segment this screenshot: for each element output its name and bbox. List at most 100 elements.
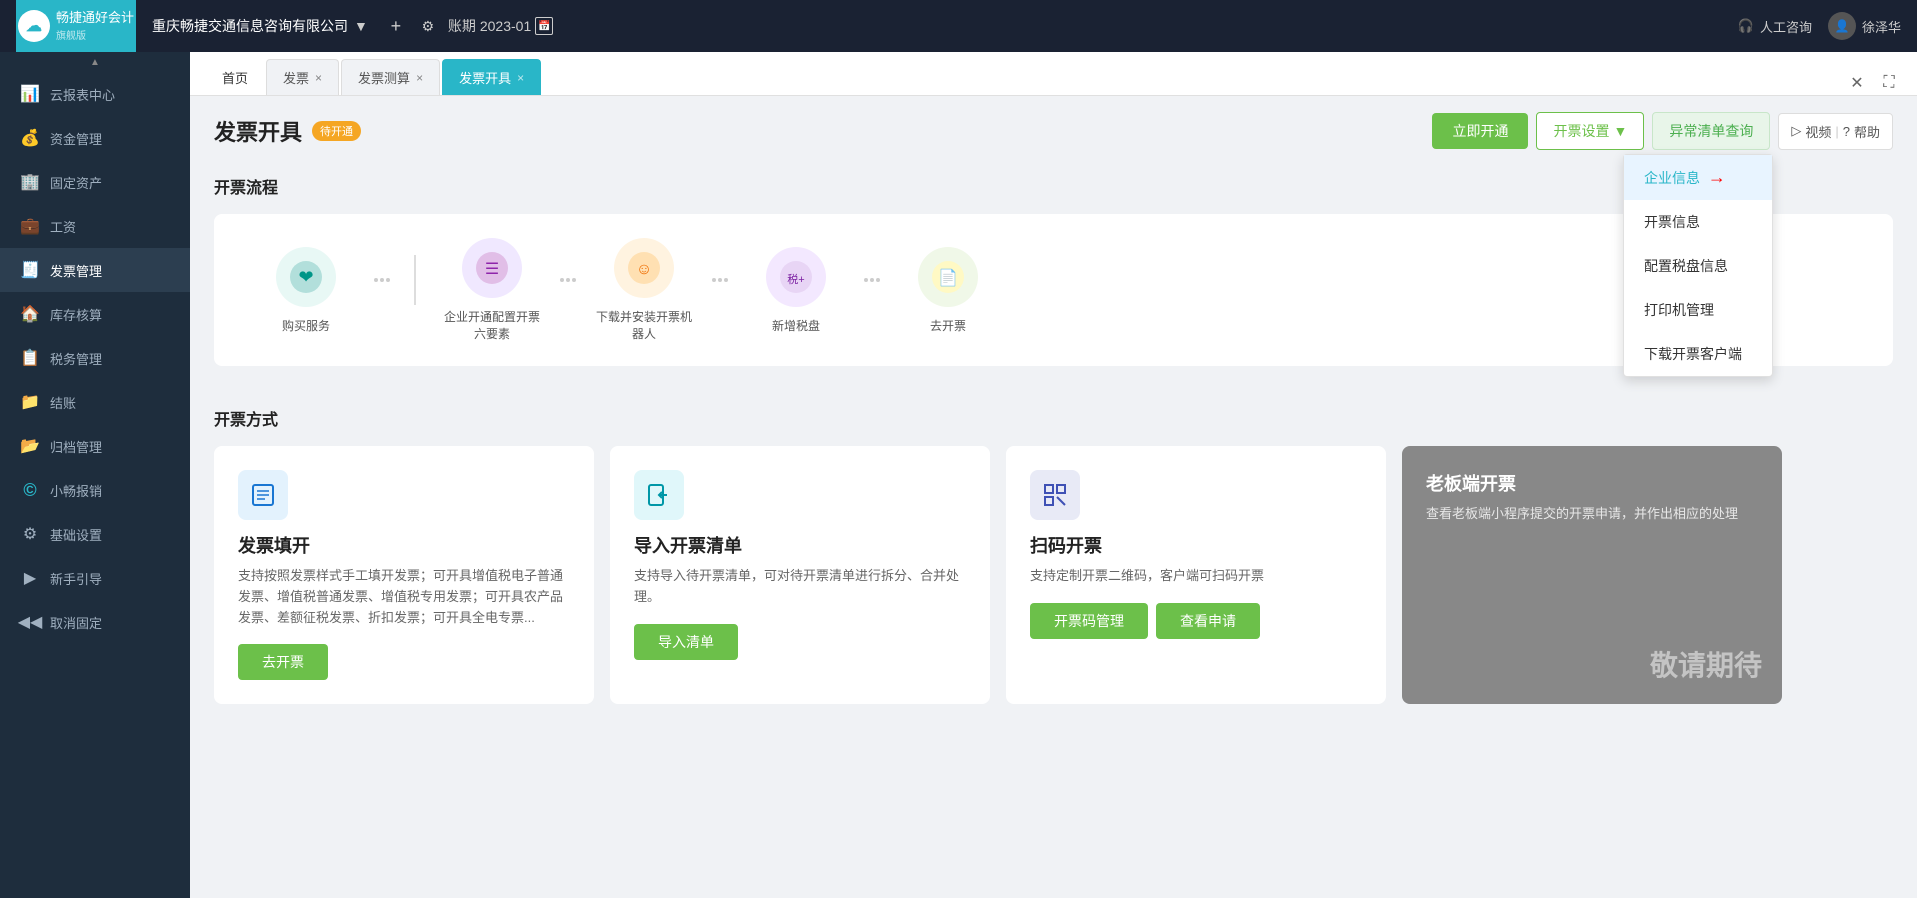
sidebar-item-inventory[interactable]: 🏠 库存核算 — [0, 292, 190, 336]
tax-mgmt-icon: 📋 — [20, 348, 40, 368]
period-box: 账期 2023-01 📅 — [448, 16, 553, 36]
payment-methods-title: 开票方式 — [214, 390, 1893, 430]
invoice-mgmt-icon: 🧾 — [20, 260, 40, 280]
sidebar-item-basic-settings[interactable]: ⚙ 基础设置 — [0, 512, 190, 556]
basic-settings-icon: ⚙ — [20, 524, 40, 544]
logo-text-group: 畅捷通好会计 旗舰版 — [56, 10, 134, 42]
sidebar-item-salary[interactable]: 💼 工资 — [0, 204, 190, 248]
flow-step-issue-icon: 📄 — [918, 247, 978, 307]
dropdown-company-info-label: 企业信息 — [1644, 170, 1700, 186]
help-label[interactable]: 帮助 — [1854, 122, 1880, 141]
settings-dropdown-menu: 企业信息 → 开票信息 配置税盘信息 打印机管理 下 — [1623, 154, 1773, 377]
sidebar-item-new-guide[interactable]: ▶ 新手引导 — [0, 556, 190, 600]
flow-connector-1 — [366, 278, 398, 282]
boss-invoice-card: 老板端开票 查看老板端小程序提交的开票申请，并作出相应的处理 敬请期待 — [1402, 446, 1782, 704]
tab-invoice[interactable]: 发票 × — [266, 59, 339, 95]
sidebar-item-fixed-assets[interactable]: 🏢 固定资产 — [0, 160, 190, 204]
flow-step-download-label: 下载并安装开票机器人 — [594, 308, 694, 342]
sidebar-item-label: 结账 — [50, 393, 76, 412]
add-tab-button[interactable]: + — [384, 14, 408, 38]
tab-invoice-issue-close[interactable]: × — [517, 71, 524, 85]
sidebar-item-cancel-fixed[interactable]: ◀◀ 取消固定 — [0, 600, 190, 644]
sidebar-item-tax-mgmt[interactable]: 📋 税务管理 — [0, 336, 190, 380]
tab-invoice-close[interactable]: × — [315, 71, 322, 85]
dropdown-printer-mgmt-label: 打印机管理 — [1644, 302, 1714, 318]
settings-dropdown-arrow: ▼ — [1613, 123, 1627, 139]
sidebar-item-xiaochang[interactable]: © 小畅报销 — [0, 468, 190, 512]
anomaly-btn-label: 异常清单查询 — [1669, 121, 1753, 141]
dropdown-item-invoice-info[interactable]: 开票信息 — [1624, 200, 1772, 244]
calendar-icon[interactable]: 📅 — [535, 17, 553, 35]
sidebar-item-settlement[interactable]: 📁 结账 — [0, 380, 190, 424]
flow-connector-3 — [704, 278, 736, 282]
view-apply-button[interactable]: 查看申请 — [1156, 603, 1260, 639]
flow-step-download-icon: ☺ — [614, 238, 674, 298]
sidebar-scroll-up[interactable]: ▲ — [0, 52, 190, 72]
maximize-window-button[interactable]: ⛶ — [1877, 71, 1901, 95]
flow-step-taxpad: 税+ 新增税盘 — [736, 247, 856, 334]
user-name: 徐泽华 — [1862, 17, 1901, 36]
tab-home[interactable]: 首页 — [206, 59, 264, 95]
activate-button[interactable]: 立即开通 — [1432, 113, 1528, 149]
page-title-area: 发票开具 待开通 — [214, 115, 361, 147]
svg-text:☰: ☰ — [485, 261, 499, 278]
settings-button[interactable]: 开票设置 ▼ — [1536, 112, 1644, 150]
svg-text:☺: ☺ — [636, 261, 652, 278]
sidebar-item-archive[interactable]: 📂 归档管理 — [0, 424, 190, 468]
sidebar-item-fund-mgmt[interactable]: 💰 资金管理 — [0, 116, 190, 160]
dropdown-item-printer-mgmt[interactable]: 打印机管理 — [1624, 288, 1772, 332]
top-bar-left: ☁ 畅捷通好会计 旗舰版 重庆畅捷交通信息咨询有限公司 ▼ + ⚙ 账期 202… — [16, 0, 553, 52]
dropdown-item-tax-config[interactable]: 配置税盘信息 — [1624, 244, 1772, 288]
flow-divider-1 — [414, 255, 416, 305]
cancel-fixed-icon: ◀◀ — [20, 612, 40, 632]
logo-icon: ☁ — [18, 10, 50, 42]
dropdown-invoice-info-label: 开票信息 — [1644, 214, 1700, 230]
flow-step-download: ☺ 下载并安装开票机器人 — [584, 238, 704, 342]
fund-mgmt-icon: 💰 — [20, 128, 40, 148]
flow-step-buy-icon: ❤ — [276, 247, 336, 307]
top-bar-right: 🎧 人工咨询 👤 徐泽华 — [1738, 12, 1901, 40]
help-area: ▷ 视频 | ? 帮助 — [1778, 113, 1893, 150]
status-badge: 待开通 — [312, 121, 361, 141]
dropdown-item-download-client[interactable]: 下载开票客户端 — [1624, 332, 1772, 376]
sidebar-item-cloud-reports[interactable]: 📊 云报表中心 — [0, 72, 190, 116]
support-info[interactable]: 🎧 人工咨询 — [1738, 17, 1812, 36]
anomaly-button[interactable]: 异常清单查询 — [1652, 112, 1770, 150]
boss-invoice-title: 老板端开票 — [1426, 470, 1758, 496]
tab-home-label: 首页 — [222, 68, 248, 87]
sidebar-item-label: 工资 — [50, 217, 76, 236]
inventory-icon: 🏠 — [20, 304, 40, 324]
dropdown-item-company-info[interactable]: 企业信息 → — [1624, 155, 1772, 200]
sidebar-item-label: 归档管理 — [50, 437, 102, 456]
video-label[interactable]: 视频 — [1805, 122, 1831, 141]
app-container: ☁ 畅捷通好会计 旗舰版 重庆畅捷交通信息咨询有限公司 ▼ + ⚙ 账期 202… — [0, 0, 1917, 898]
boss-invoice-overlay: 敬请期待 — [1650, 644, 1762, 684]
close-window-button[interactable]: ✕ — [1845, 71, 1869, 95]
fixed-assets-icon: 🏢 — [20, 172, 40, 192]
top-bar: ☁ 畅捷通好会计 旗舰版 重庆畅捷交通信息咨询有限公司 ▼ + ⚙ 账期 202… — [0, 0, 1917, 52]
fill-invoice-button[interactable]: 去开票 — [238, 644, 328, 680]
sidebar-item-invoice-mgmt[interactable]: 🧾 发票管理 — [0, 248, 190, 292]
user-avatar: 👤 — [1828, 12, 1856, 40]
flow-step-issue-label: 去开票 — [930, 317, 966, 334]
headset-icon: 🎧 — [1738, 18, 1754, 34]
qr-manage-button[interactable]: 开票码管理 — [1030, 603, 1148, 639]
fill-invoice-card: 发票填开 支持按照发票样式手工填开发票；可开具增值税电子普通发票、增值税普通发票… — [214, 446, 594, 704]
tab-invoice-calc[interactable]: 发票测算 × — [341, 59, 440, 95]
user-info: 👤 徐泽华 — [1828, 12, 1901, 40]
tab-invoice-label: 发票 — [283, 68, 309, 87]
tab-bar: 首页 发票 × 发票测算 × 发票开具 × ✕ ⛶ — [190, 52, 1917, 96]
tab-window-controls: ✕ ⛶ — [1845, 71, 1901, 95]
import-invoice-title: 导入开票清单 — [634, 532, 966, 558]
flow-connector-2 — [552, 278, 584, 282]
page-header: 发票开具 待开通 立即开通 开票设置 ▼ 异常清单查询 ▷ 视频 | — [190, 96, 1917, 158]
period-value: 2023-01 — [480, 18, 531, 34]
dropdown-tax-config-label: 配置税盘信息 — [1644, 258, 1728, 274]
import-invoice-button[interactable]: 导入清单 — [634, 624, 738, 660]
settings-icon[interactable]: ⚙ — [416, 14, 440, 38]
logo-sub: 旗舰版 — [56, 27, 134, 42]
company-selector[interactable]: 重庆畅捷交通信息咨询有限公司 ▼ — [144, 12, 376, 40]
tab-invoice-issue[interactable]: 发票开具 × — [442, 59, 541, 95]
tab-invoice-calc-close[interactable]: × — [416, 71, 423, 85]
sidebar-item-label: 固定资产 — [50, 173, 102, 192]
